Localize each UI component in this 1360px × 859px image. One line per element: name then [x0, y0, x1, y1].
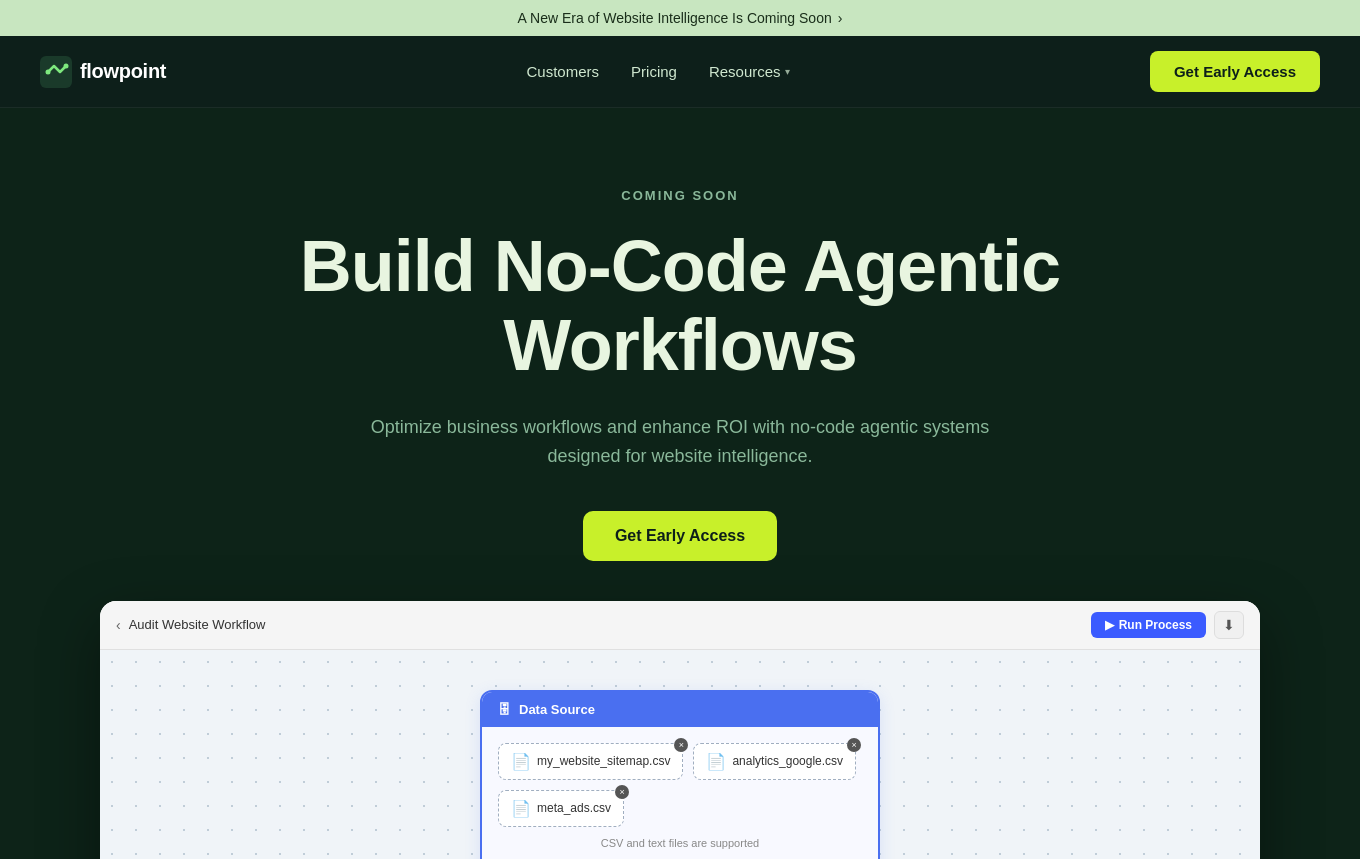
logo-text: flowpoint [80, 60, 166, 83]
svg-point-2 [64, 63, 69, 68]
file-icon-sitemap: 📄 [511, 752, 531, 771]
file-name-sitemap: my_website_sitemap.csv [537, 754, 670, 768]
file-chip-analytics: 📄 analytics_google.csv × [693, 743, 856, 780]
workflow-canvas: 🗄 Data Source 📄 my_website_sitemap.csv ×… [100, 650, 1260, 859]
file-chip-sitemap: 📄 my_website_sitemap.csv × [498, 743, 683, 780]
workflow-title: Audit Website Workflow [129, 617, 266, 632]
card-header-label: Data Source [519, 702, 595, 717]
nav-links: Customers Pricing Resources ▾ [527, 63, 790, 80]
card-body: 📄 my_website_sitemap.csv × 📄 analytics_g… [482, 727, 878, 859]
file-chips-row-2: 📄 meta_ads.csv × [498, 790, 862, 827]
data-source-card: 🗄 Data Source 📄 my_website_sitemap.csv ×… [480, 690, 880, 859]
file-name-analytics: analytics_google.csv [732, 754, 843, 768]
navbar-cta-button[interactable]: Get Early Access [1150, 51, 1320, 92]
run-process-button[interactable]: ▶ Run Process [1091, 612, 1206, 638]
workflow-preview: ‹ Audit Website Workflow ▶ Run Process ⬇… [100, 601, 1260, 859]
resources-chevron-icon: ▾ [785, 66, 790, 77]
file-icon-analytics: 📄 [706, 752, 726, 771]
run-icon: ▶ [1105, 618, 1114, 632]
hero-cta-button[interactable]: Get Early Access [583, 511, 777, 561]
remove-meta-icon[interactable]: × [615, 785, 629, 799]
hero-subtitle: Optimize business workflows and enhance … [340, 413, 1020, 471]
nav-item-pricing[interactable]: Pricing [631, 63, 677, 80]
download-button[interactable]: ⬇ [1214, 611, 1244, 639]
nav-item-resources[interactable]: Resources ▾ [709, 63, 790, 80]
svg-point-1 [46, 69, 51, 74]
titlebar-left: ‹ Audit Website Workflow [116, 617, 265, 633]
hero-title: Build No-Code Agentic Workflows [180, 227, 1180, 385]
svg-rect-0 [40, 56, 72, 88]
file-chips-row: 📄 my_website_sitemap.csv × 📄 analytics_g… [498, 743, 862, 780]
workflow-titlebar: ‹ Audit Website Workflow ▶ Run Process ⬇ [100, 601, 1260, 650]
remove-analytics-icon[interactable]: × [847, 738, 861, 752]
logo-icon [40, 56, 72, 88]
file-chip-meta: 📄 meta_ads.csv × [498, 790, 624, 827]
logo[interactable]: flowpoint [40, 56, 166, 88]
csv-hint: CSV and text files are supported [498, 837, 862, 849]
announcement-arrow: › [838, 10, 843, 26]
announcement-bar[interactable]: A New Era of Website Intelligence Is Com… [0, 0, 1360, 36]
announcement-text: A New Era of Website Intelligence Is Com… [518, 10, 832, 26]
remove-sitemap-icon[interactable]: × [674, 738, 688, 752]
file-icon-meta: 📄 [511, 799, 531, 818]
nav-item-customers[interactable]: Customers [527, 63, 600, 80]
card-header: 🗄 Data Source [482, 692, 878, 727]
back-arrow-icon[interactable]: ‹ [116, 617, 121, 633]
file-name-meta: meta_ads.csv [537, 801, 611, 815]
coming-soon-label: COMING SOON [40, 188, 1320, 203]
data-source-icon: 🗄 [498, 702, 511, 717]
hero-section: COMING SOON Build No-Code Agentic Workfl… [0, 108, 1360, 859]
titlebar-actions: ▶ Run Process ⬇ [1091, 611, 1244, 639]
navbar: flowpoint Customers Pricing Resources ▾ … [0, 36, 1360, 108]
